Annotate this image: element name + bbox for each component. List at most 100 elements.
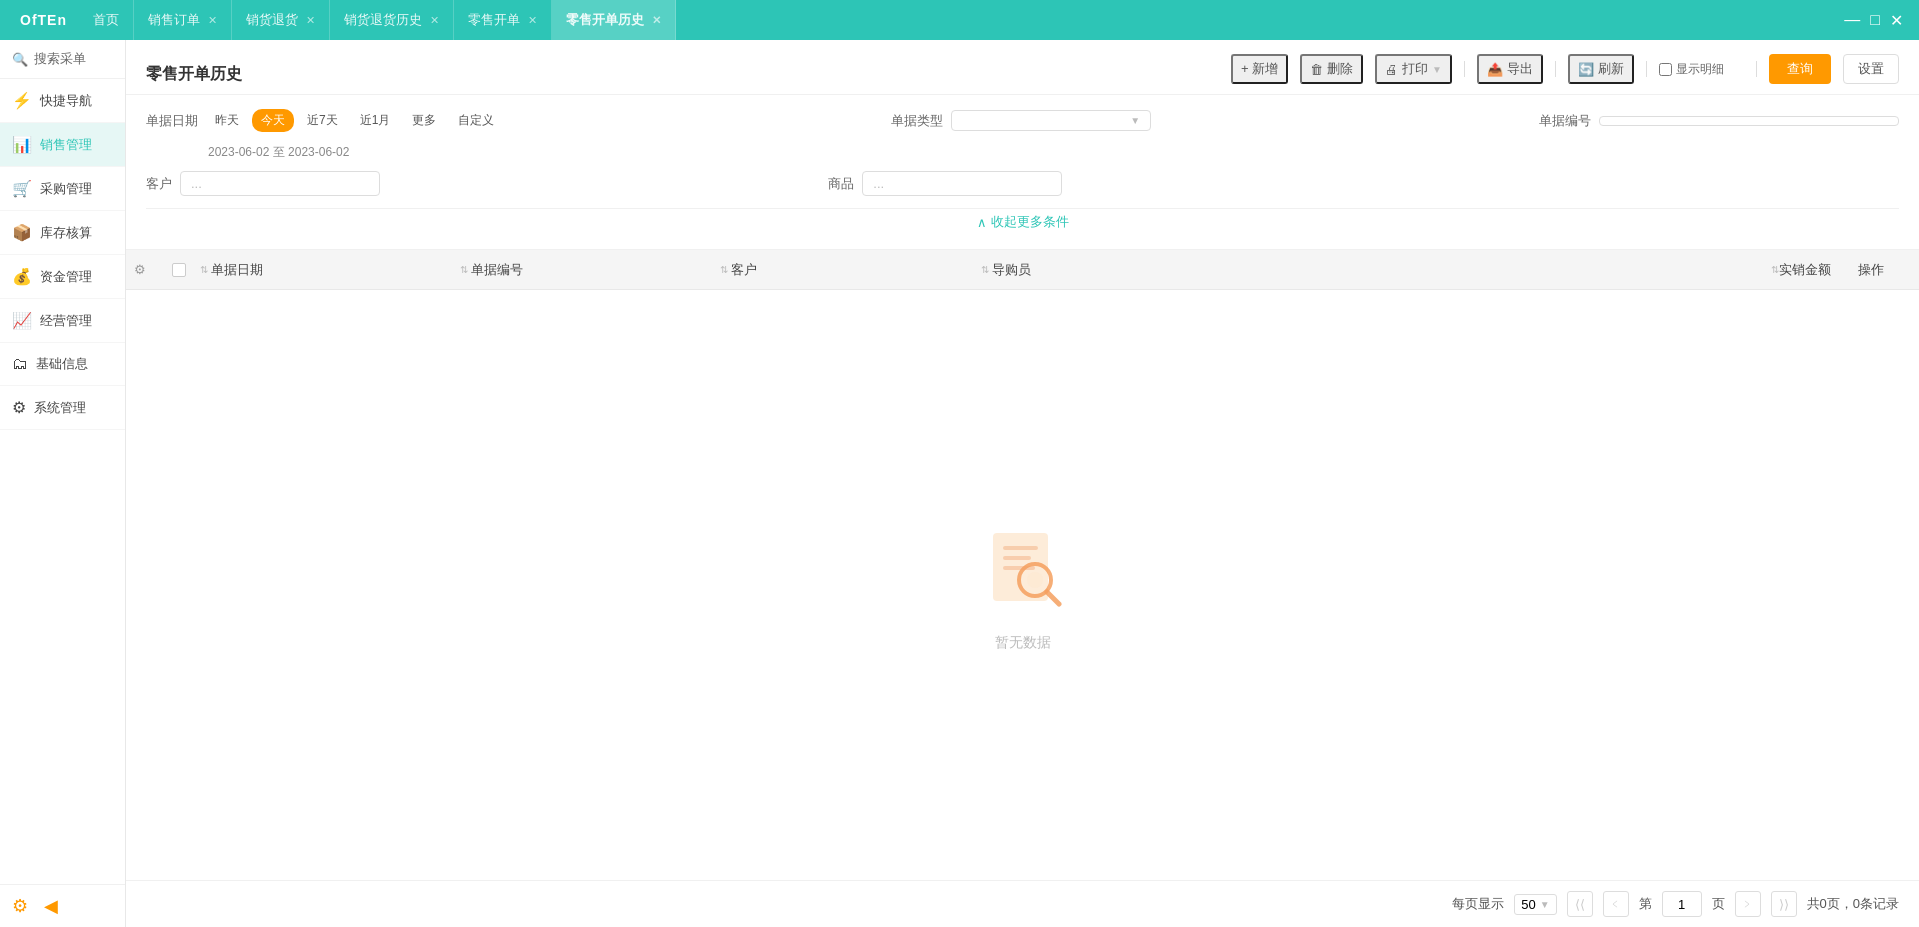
page-size-select[interactable]: 50 ▼ [1514,894,1556,915]
nav-tab-close-sales-return-history[interactable]: ✕ [430,14,439,27]
sidebar-icon-finance: 💰 [12,267,32,286]
add-button[interactable]: + 新增 [1231,54,1288,84]
prev-page-btn[interactable]: ﹤ [1603,891,1629,917]
show-detail-label: 显示明细 [1676,61,1724,78]
page-title: 零售开单历史 [146,64,242,85]
filter-order-no-input[interactable] [1599,116,1899,126]
nav-tab-close-sales-return[interactable]: ✕ [306,14,315,27]
date-btn-近7天[interactable]: 近7天 [298,109,347,132]
filter-product-item: 商品 ... [828,171,1062,196]
date-btn-今天[interactable]: 今天 [252,109,294,132]
nav-tab-retail-open[interactable]: 零售开单 ✕ [454,0,552,40]
main-layout: 🔍 搜索采单 ⚡ 快捷导航 📊 销售管理 🛒 采购管理 📦 库存核算 💰 资金管… [0,40,1919,927]
filter-order-type-select[interactable]: ▼ [951,110,1151,131]
filter-order-no-item: 单据编号 [1539,112,1899,130]
toolbar-divider-4 [1756,61,1757,77]
table-settings-icon[interactable]: ⚙ [134,262,164,277]
date-btn-更多[interactable]: 更多 [403,109,445,132]
show-detail-checkbox[interactable] [1659,63,1672,76]
filter-date-range-row: 2023-06-02 至 2023-06-02 [146,144,1899,161]
filter-customer-label: 客户 [146,175,172,193]
nav-tab-retail-open-history[interactable]: 零售开单历史✕ [552,0,676,40]
sidebar-item-quick-nav[interactable]: ⚡ 快捷导航 [0,79,125,123]
date-btn-近1月[interactable]: 近1月 [351,109,400,132]
nav-tab-sales-return[interactable]: 销货退货✕ [232,0,330,40]
collapse-label: 收起更多条件 [991,213,1069,231]
filter-product-input[interactable]: ... [862,171,1062,196]
export-icon: 📤 [1487,62,1503,77]
filter-product-placeholder: ... [873,176,884,191]
sidebar-label-purchase: 采购管理 [40,180,92,198]
nav-tab-label-retail-open: 零售开单 [468,11,520,29]
table-area: ⚙ ⇅ 单据日期 ⇅ 单据编号 ⇅ 客户 [126,250,1919,880]
sidebar-settings-icon[interactable]: ⚙ [12,895,28,917]
print-icon: 🖨 [1385,62,1398,77]
sidebar-item-finance[interactable]: 💰 资金管理 [0,255,125,299]
sidebar-search[interactable]: 🔍 搜索采单 [0,40,125,79]
filter-customer-input[interactable]: ... [180,171,380,196]
next-page-btn[interactable]: ﹥ [1735,891,1761,917]
page-header: 零售开单历史 + 新增 🗑 删除 🖨 打印 ▼ 📤 导出 [126,40,1919,95]
sidebar-item-system[interactable]: ⚙ 系统管理 [0,386,125,430]
sidebar-item-basic-info[interactable]: 🗂 基础信息 [0,343,125,386]
search-icon: 🔍 [12,52,28,67]
empty-illustration [973,518,1073,618]
nav-tabs: OfTEn 首页销售订单✕销货退货✕销货退货历史✕零售开单✕零售开单历史✕ [8,0,1844,40]
nav-tab-home[interactable]: 首页 [79,0,134,40]
filter-date-buttons: 昨天今天近7天近1月更多自定义 [206,109,503,132]
th-salesperson[interactable]: ⇅ 导购员 [975,253,1235,287]
export-button[interactable]: 📤 导出 [1477,54,1543,84]
filter-date-range: 2023-06-02 至 2023-06-02 [208,144,349,161]
pagination-area: 每页显示 50 ▼ ⟨⟨ ﹤ 第 页 ﹥ ⟩⟩ 共0页，0条记录 [126,880,1919,927]
filter-order-type-arrow: ▼ [1130,115,1140,126]
window-max-btn[interactable]: □ [1870,11,1880,29]
settings-button[interactable]: 设置 [1843,54,1899,84]
page-number-input[interactable] [1662,891,1702,917]
sidebar-label-inventory: 库存核算 [40,224,92,242]
delete-button[interactable]: 🗑 删除 [1300,54,1363,84]
nav-tab-close-retail-open-history[interactable]: ✕ [652,14,661,27]
th-date[interactable]: ⇅ 单据日期 [194,253,454,287]
refresh-button[interactable]: 🔄 刷新 [1568,54,1634,84]
print-button[interactable]: 🖨 打印 ▼ [1375,54,1452,84]
th-customer[interactable]: ⇅ 客户 [714,253,974,287]
sidebar-item-operations[interactable]: 📈 经营管理 [0,299,125,343]
table-select-all[interactable] [164,263,194,277]
sidebar-label-basic-info: 基础信息 [36,355,88,373]
nav-tab-sales-order[interactable]: 销售订单✕ [134,0,232,40]
th-no[interactable]: ⇅ 单据编号 [454,253,714,287]
svg-line-5 [1047,592,1059,604]
nav-tabs-list: 首页销售订单✕销货退货✕销货退货历史✕零售开单✕零售开单历史✕ [79,0,676,40]
empty-state: 暂无数据 [126,290,1919,880]
svg-rect-1 [1003,546,1038,550]
filter-collapse-btn[interactable]: ∧ 收起更多条件 [146,208,1899,235]
first-page-btn[interactable]: ⟨⟨ [1567,891,1593,917]
nav-tab-sales-return-history[interactable]: 销货退货历史 ✕ [330,0,454,40]
sidebar-collapse-icon[interactable]: ◀ [44,895,58,917]
print-dropdown-icon: ▼ [1432,64,1442,75]
empty-text: 暂无数据 [995,634,1051,652]
toolbar-divider-3 [1646,61,1647,77]
last-page-btn[interactable]: ⟩⟩ [1771,891,1797,917]
show-detail-checkbox-label[interactable]: 显示明细 [1659,61,1724,78]
page-size-label: 每页显示 [1452,895,1504,913]
sidebar-label-system: 系统管理 [34,399,86,417]
th-amount[interactable]: ⇅ 实销金额 [1731,261,1831,279]
th-sort-icon-amount: ⇅ [1771,264,1779,275]
window-min-btn[interactable]: — [1844,11,1860,29]
total-info: 共0页，0条记录 [1807,895,1899,913]
select-all-checkbox[interactable] [172,263,186,277]
refresh-icon: 🔄 [1578,62,1594,77]
query-button[interactable]: 查询 [1769,54,1831,84]
window-close-btn[interactable]: ✕ [1890,11,1903,30]
sidebar-item-purchase[interactable]: 🛒 采购管理 [0,167,125,211]
date-btn-自定义[interactable]: 自定义 [449,109,503,132]
sidebar-search-label: 搜索采单 [34,50,86,68]
nav-tab-close-retail-open[interactable]: ✕ [528,14,537,27]
sidebar-item-inventory[interactable]: 📦 库存核算 [0,211,125,255]
nav-tab-label-sales-return-history: 销货退货历史 [344,11,422,29]
date-btn-昨天[interactable]: 昨天 [206,109,248,132]
sidebar-label-finance: 资金管理 [40,268,92,286]
nav-tab-close-sales-order[interactable]: ✕ [208,14,217,27]
sidebar-item-sales[interactable]: 📊 销售管理 [0,123,125,167]
